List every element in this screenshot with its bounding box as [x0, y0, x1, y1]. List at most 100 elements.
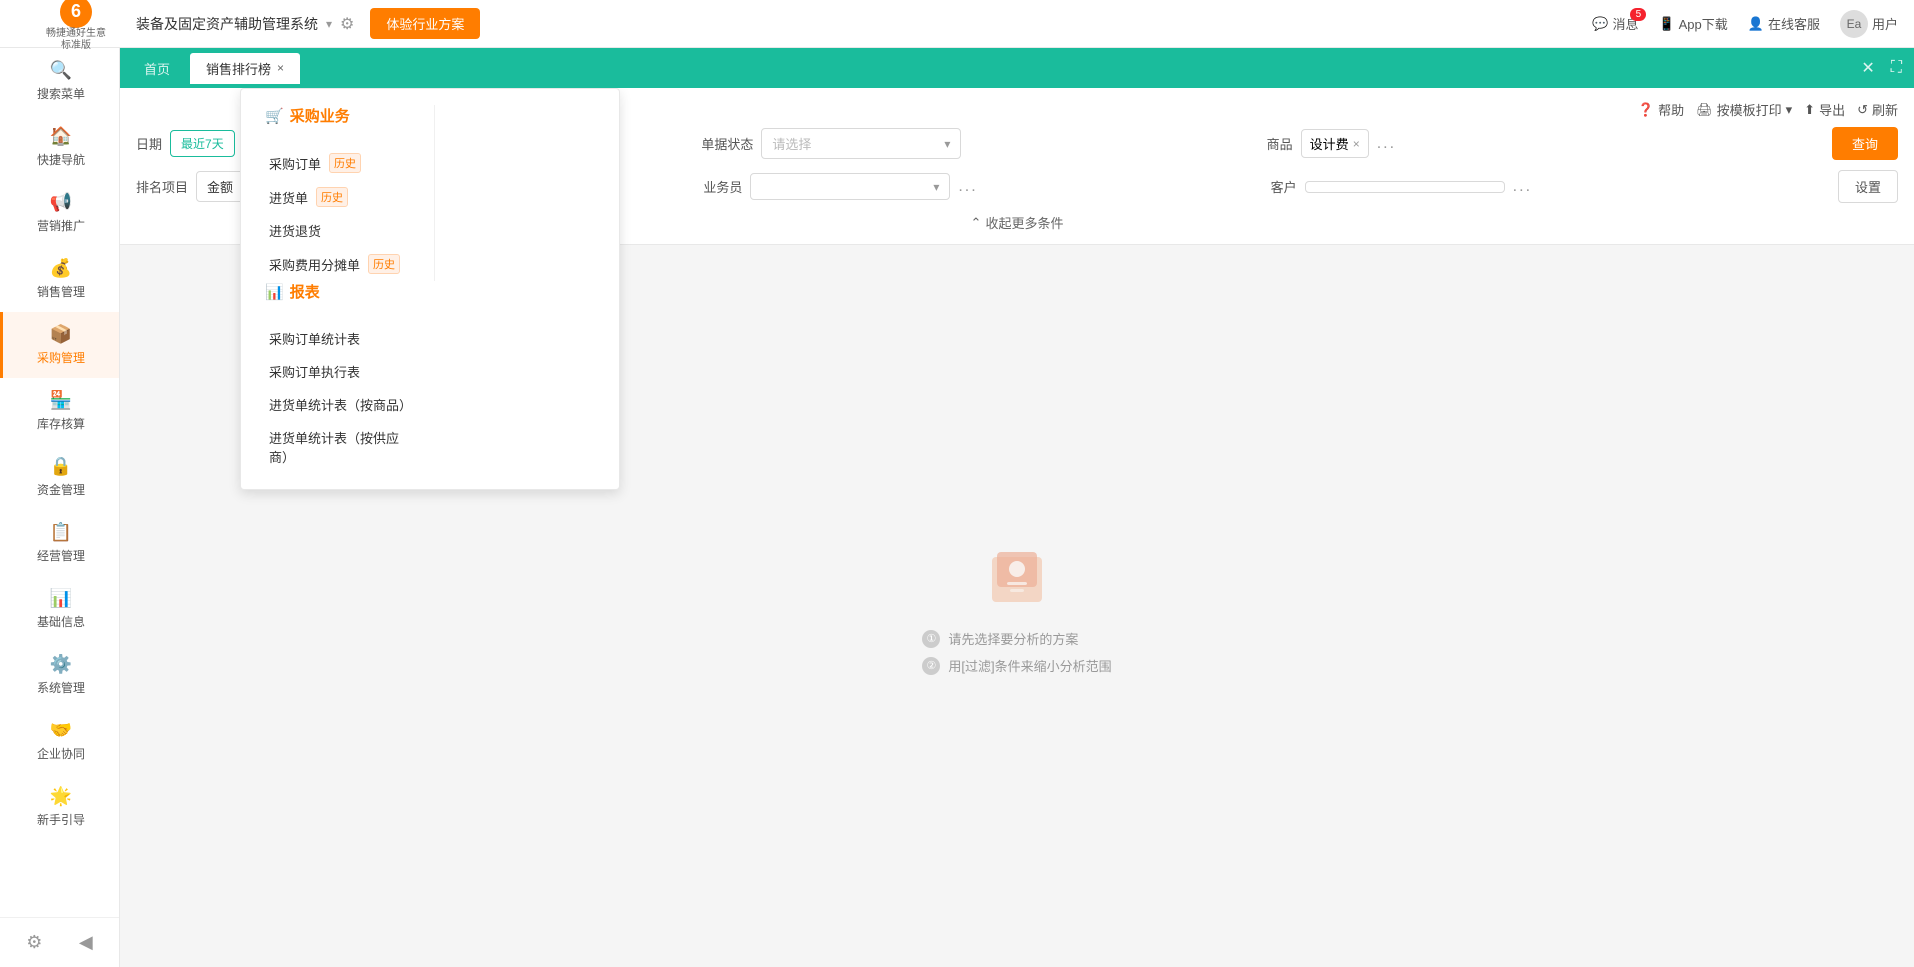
sidebar-item-quick[interactable]: 🏠 快捷导航: [0, 114, 119, 180]
collapse-btn[interactable]: ⌃ 收起更多条件: [971, 213, 1064, 232]
title-settings-icon[interactable]: ⚙: [340, 14, 354, 34]
salesperson-select[interactable]: [750, 173, 950, 200]
dropdown-item-return[interactable]: 进货退货: [265, 214, 422, 247]
customer-section: 客户 ...: [1271, 177, 1826, 196]
tab-close-icon[interactable]: ×: [277, 61, 284, 75]
sidebar-label-basic: 基础信息: [37, 613, 85, 630]
print-btn[interactable]: 🖨 按模板打印 ▾: [1696, 100, 1792, 119]
query-btn[interactable]: 查询: [1832, 127, 1898, 160]
customer-select[interactable]: [1305, 181, 1505, 193]
tab-sales-rank[interactable]: 销售排行榜 ×: [190, 53, 300, 84]
app-download-label: App下载: [1679, 14, 1728, 33]
tab-fullscreen-icon[interactable]: ⛶: [1887, 55, 1906, 81]
logo-text: 畅捷通好生意 标准版: [46, 28, 106, 52]
date-7days-btn[interactable]: 最近7天: [170, 130, 235, 157]
tab-bar-right: ✕ ⛶: [1857, 54, 1906, 82]
message-badge: 5: [1630, 8, 1646, 21]
dropdown-item-inbound-stat-supplier[interactable]: 进货单统计表（按供应商）: [265, 421, 422, 473]
salesperson-more-btn[interactable]: ...: [958, 178, 977, 196]
title-dropdown-arrow[interactable]: ▾: [326, 17, 332, 31]
print-icon: 🖨: [1696, 102, 1713, 118]
goods-label: 商品: [1267, 134, 1293, 153]
voucher-status-select[interactable]: 请选择: [761, 128, 961, 159]
sidebar-label-operation: 经营管理: [37, 547, 85, 564]
customer-more-btn[interactable]: ...: [1513, 178, 1532, 196]
dropdown-item-purchase-order-exec[interactable]: 采购订单执行表: [265, 355, 422, 388]
operation-icon: 📋: [50, 522, 72, 543]
empty-illustration: [977, 537, 1057, 617]
sidebar-item-sales[interactable]: 💰 销售管理: [0, 246, 119, 312]
hint-text-2: 用[过滤]条件来缩小分析范围: [948, 656, 1111, 675]
app-download-btn[interactable]: 📱 App下载: [1658, 14, 1727, 33]
newbie-icon: 🌟: [50, 786, 72, 807]
online-service-btn[interactable]: 👤 在线客服: [1748, 14, 1820, 33]
quick-nav-icon: 🏠: [50, 126, 72, 147]
sidebar-item-newbie[interactable]: 🌟 新手引导: [0, 774, 119, 840]
goods-tag-value: 设计费: [1310, 134, 1349, 153]
goods-more-btn[interactable]: ...: [1377, 135, 1396, 153]
inbound-stat-goods-label: 进货单统计表（按商品）: [269, 395, 412, 414]
collapse-label: 收起更多条件: [985, 213, 1063, 232]
finance-icon: 🔒: [50, 456, 72, 477]
sidebar-item-finance[interactable]: 🔒 资金管理: [0, 444, 119, 510]
export-btn[interactable]: ⬆ 导出: [1804, 100, 1845, 119]
search-menu-icon: 🔍: [50, 60, 72, 81]
settings-btn[interactable]: 设置: [1838, 170, 1898, 203]
tab-sales-rank-label: 销售排行榜: [206, 59, 271, 78]
user-name: 用户: [1872, 14, 1898, 33]
tab-home[interactable]: 首页: [128, 53, 186, 84]
dropdown-item-purchase-order[interactable]: 采购订单 历史: [265, 146, 422, 180]
report-section-icon: 📊: [265, 283, 284, 301]
voucher-status-label: 单据状态: [701, 134, 753, 153]
logo-area: 6 畅捷通好生意 标准版: [16, 0, 136, 52]
tab-home-label: 首页: [144, 59, 170, 78]
system-icon: ⚙️: [50, 654, 72, 675]
sidebar-collapse-btn[interactable]: ◀: [73, 926, 99, 959]
sidebar-settings-btn[interactable]: ⚙: [20, 926, 48, 959]
sidebar-label-enterprise: 企业协同: [37, 745, 85, 762]
purchase-section: 🛒 采购业务 采购订单 历史 进货单 历史 进货退货: [257, 105, 430, 281]
date-label: 日期: [136, 134, 162, 153]
sidebar-item-inventory[interactable]: 🏪 库存核算: [0, 378, 119, 444]
app-title: 装备及固定资产辅助管理系统: [136, 14, 318, 34]
voucher-status-section: 单据状态 请选择: [701, 128, 1254, 159]
refresh-btn[interactable]: ↺ 刷新: [1857, 100, 1898, 119]
help-btn[interactable]: ❓ 帮助: [1638, 100, 1684, 119]
sidebar-label-inventory: 库存核算: [37, 415, 85, 432]
report-section: 📊 报表 采购订单统计表 采购订单执行表 进货单统计表（按商品） 进货单统计表（…: [257, 281, 430, 473]
sidebar-item-operation[interactable]: 📋 经营管理: [0, 510, 119, 576]
dropdown-item-inbound[interactable]: 进货单 历史: [265, 180, 422, 214]
marketing-icon: 📢: [50, 192, 72, 213]
tab-close-all-icon[interactable]: ✕: [1857, 54, 1878, 82]
industry-btn[interactable]: 体验行业方案: [370, 8, 480, 39]
dropdown-item-expense[interactable]: 采购费用分摊单 历史: [265, 247, 422, 281]
rank-label: 排名项目: [136, 177, 188, 196]
purchase-section-title: 🛒 采购业务: [265, 105, 422, 134]
sidebar-item-basic[interactable]: 📊 基础信息: [0, 576, 119, 642]
inbound-history[interactable]: 历史: [316, 187, 348, 207]
sidebar: 🔍 搜索菜单 🏠 快捷导航 📢 营销推广 💰 销售管理 📦 采购管理 🏪 库存核…: [0, 48, 120, 967]
expense-history[interactable]: 历史: [368, 254, 400, 274]
purchase-order-exec-label: 采购订单执行表: [269, 362, 360, 381]
collapse-arrow-icon: ⌃: [971, 215, 982, 231]
phone-icon: 📱: [1658, 16, 1674, 32]
sidebar-item-marketing[interactable]: 📢 营销推广: [0, 180, 119, 246]
sidebar-item-enterprise[interactable]: 🤝 企业协同: [0, 708, 119, 774]
page-wrapper: 首页 销售排行榜 × ✕ ⛶ ❓ 帮助: [120, 48, 1914, 967]
user-area[interactable]: Ea 用户: [1840, 10, 1898, 38]
sidebar-bottom: ⚙ ◀: [0, 917, 119, 967]
voucher-status-arrow: [944, 136, 950, 151]
sidebar-item-search[interactable]: 🔍 搜索菜单: [0, 48, 119, 114]
salesperson-arrow: [933, 179, 939, 194]
goods-tag-close[interactable]: ×: [1353, 137, 1360, 151]
sidebar-item-system[interactable]: ⚙️ 系统管理: [0, 642, 119, 708]
sidebar-label-purchase: 采购管理: [37, 349, 85, 366]
message-btn[interactable]: 💬 消息 5: [1592, 14, 1638, 33]
nav-right: 💬 消息 5 📱 App下载 👤 在线客服 Ea 用户: [1592, 10, 1898, 38]
dropdown-item-purchase-order-stat[interactable]: 采购订单统计表: [265, 322, 422, 355]
purchase-order-history[interactable]: 历史: [329, 153, 361, 173]
refresh-icon: ↺: [1857, 102, 1868, 118]
sidebar-item-purchase[interactable]: 📦 采购管理: [0, 312, 119, 378]
dropdown-item-inbound-stat-goods[interactable]: 进货单统计表（按商品）: [265, 388, 422, 421]
print-arrow[interactable]: ▾: [1786, 102, 1793, 118]
